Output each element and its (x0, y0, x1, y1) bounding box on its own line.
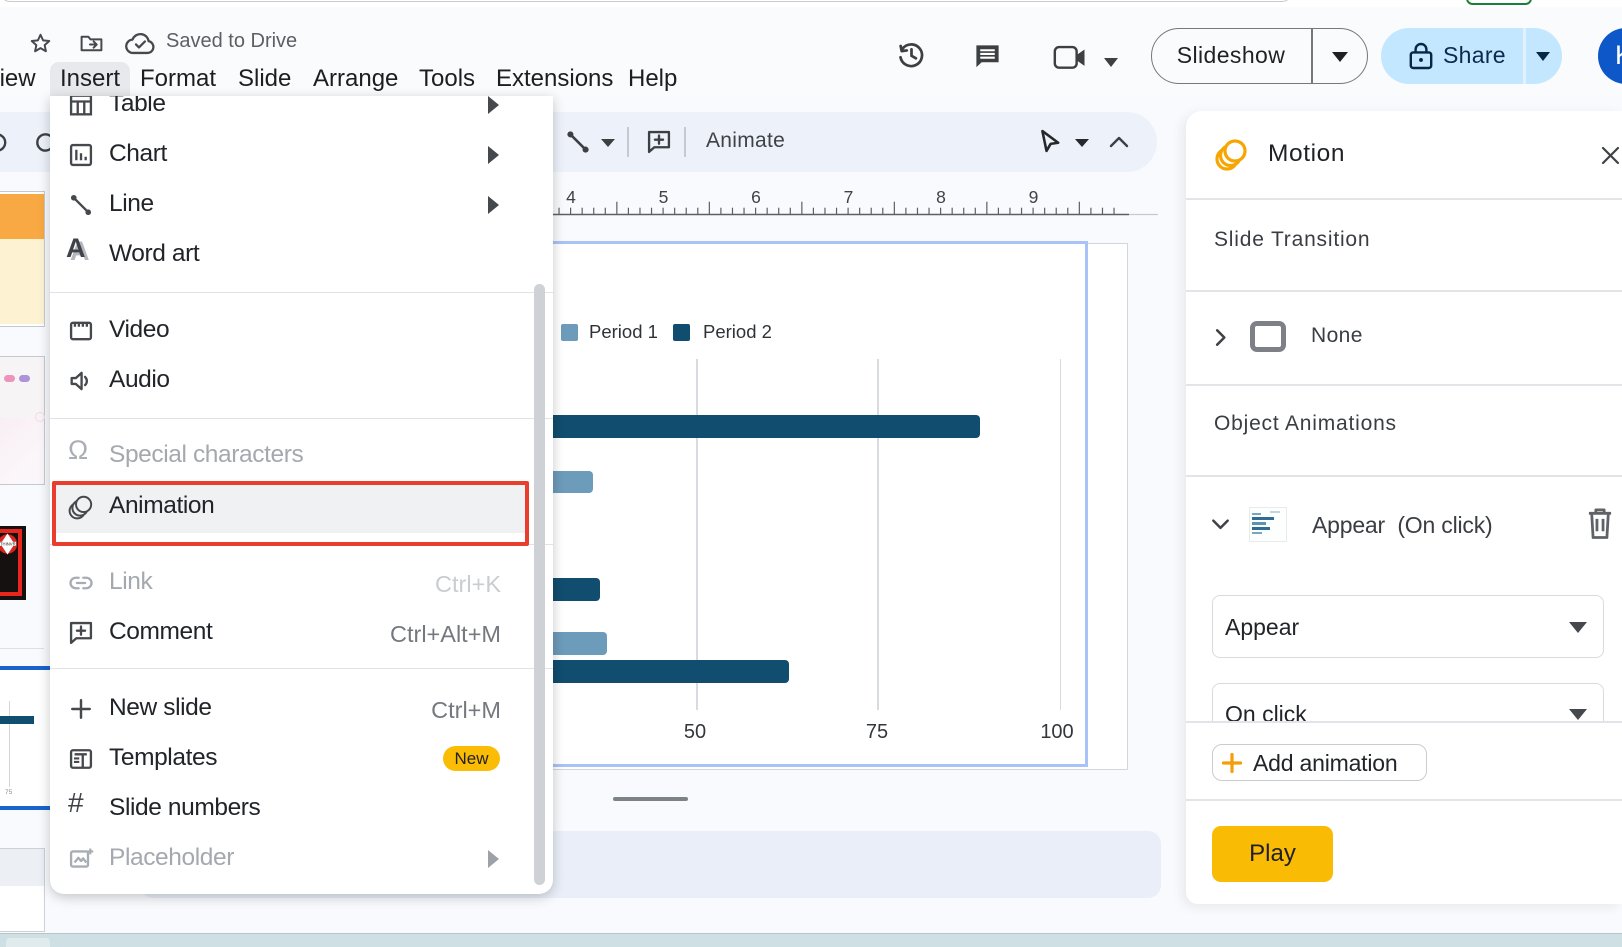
svg-text:7: 7 (844, 187, 854, 207)
svg-text:8: 8 (936, 187, 946, 207)
svg-text:THINVR: THINVR (0, 541, 16, 546)
svg-text:9: 9 (1029, 187, 1039, 207)
svg-text:4: 4 (566, 187, 576, 207)
svg-text:6: 6 (751, 187, 761, 207)
svg-text:5: 5 (659, 187, 669, 207)
